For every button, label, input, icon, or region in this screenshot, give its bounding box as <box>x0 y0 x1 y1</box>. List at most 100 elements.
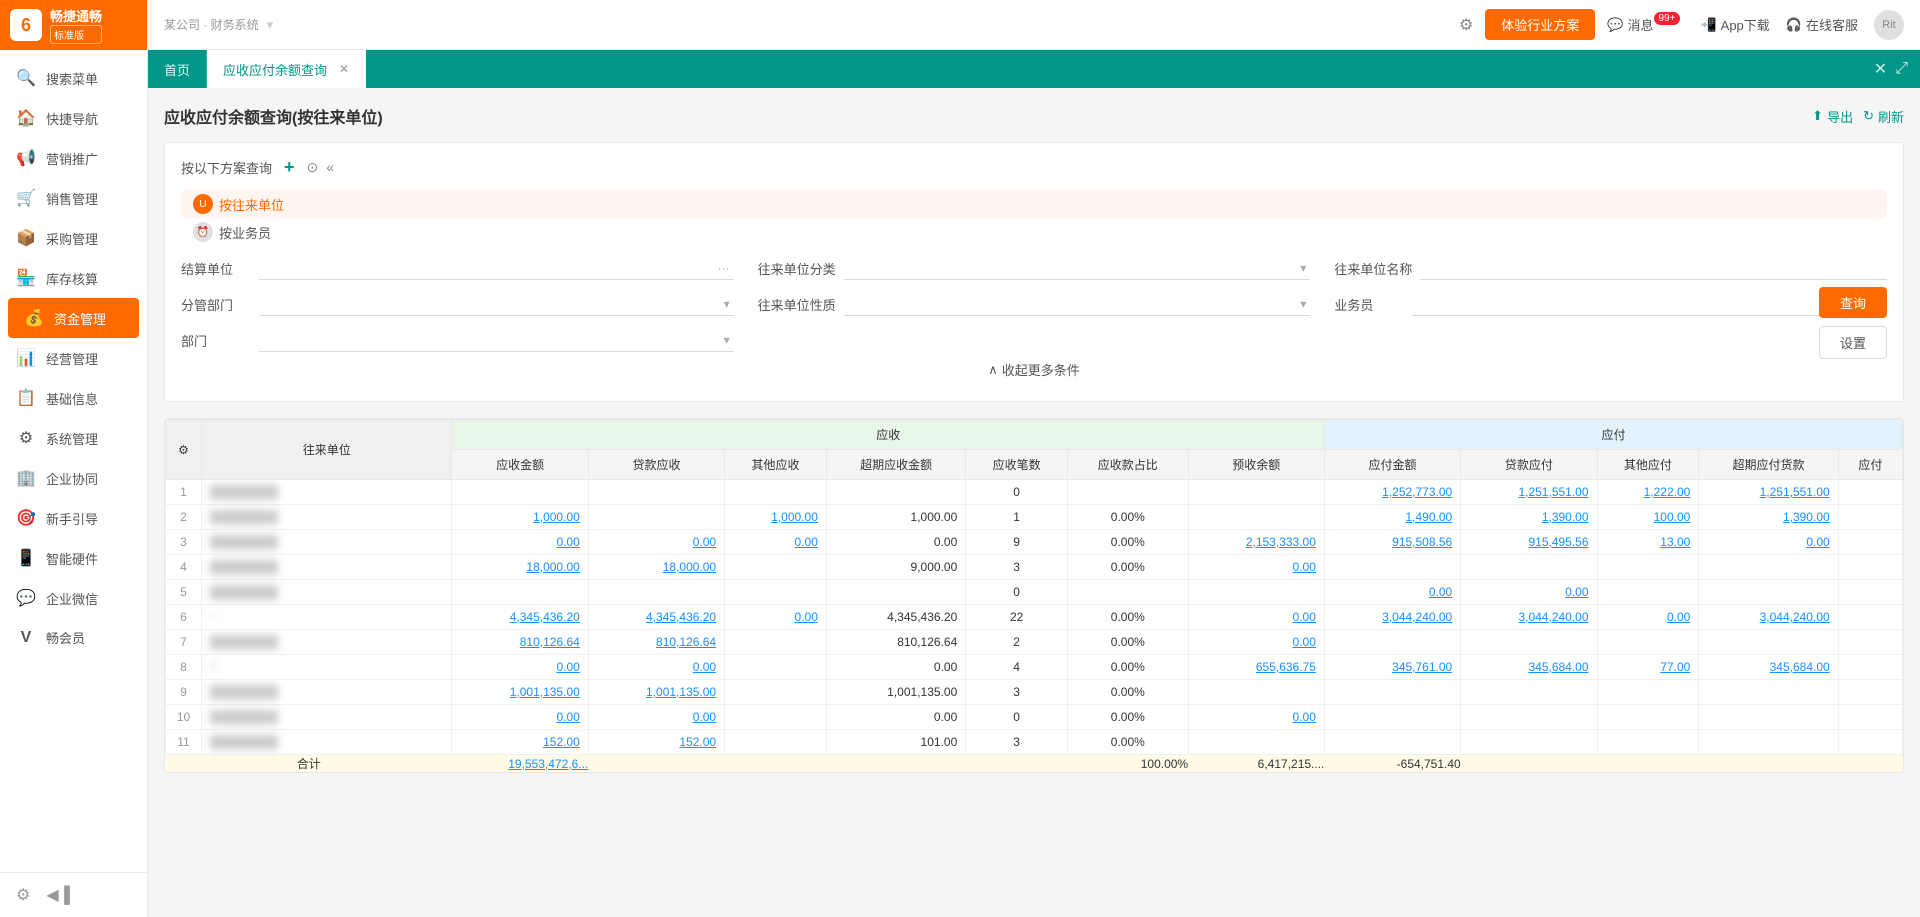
ar-prepay-cell[interactable]: 2,153,333.00 <box>1188 530 1324 555</box>
sidebar-item-enterprise[interactable]: 🏢 企业协同 <box>0 458 147 498</box>
ar-other-cell[interactable]: 0.00 <box>725 530 827 555</box>
ap-other-cell[interactable] <box>1597 730 1699 755</box>
tab-close-icon[interactable]: ✕ <box>339 62 349 76</box>
export-button[interactable]: ⬆ 导出 <box>1812 107 1853 126</box>
ap-loan-cell[interactable] <box>1461 630 1597 655</box>
sidebar-item-basicinfo[interactable]: 📋 基础信息 <box>0 378 147 418</box>
scheme-by-partner[interactable]: U 按往来单位 <box>181 190 1887 218</box>
user-avatar[interactable]: Rit <box>1874 10 1904 40</box>
ar-prepay-cell[interactable] <box>1188 580 1324 605</box>
collapse-scheme-icon[interactable]: « <box>326 159 334 176</box>
ap-other-cell[interactable] <box>1597 680 1699 705</box>
ap-overdue-cell[interactable]: 345,684.00 <box>1699 655 1838 680</box>
ap-other-cell[interactable] <box>1597 580 1699 605</box>
ar-amount-cell[interactable] <box>452 480 588 505</box>
ap-loan-cell[interactable] <box>1461 730 1597 755</box>
settlement-unit-more-icon[interactable]: ··· <box>714 261 734 275</box>
sidebar-item-sales[interactable]: 🛒 销售管理 <box>0 178 147 218</box>
ar-other-cell[interactable] <box>725 730 827 755</box>
sidebar-item-system[interactable]: ⚙ 系统管理 <box>0 418 147 458</box>
ap-amount-cell[interactable]: 915,508.56 <box>1324 530 1460 555</box>
messages-button[interactable]: 💬 消息 99+ <box>1607 15 1684 34</box>
query-button[interactable]: 查询 <box>1819 287 1887 318</box>
dept-input-wrapper[interactable]: ▾ <box>259 328 734 352</box>
ar-loan-cell[interactable] <box>588 480 724 505</box>
sidebar-item-vip[interactable]: V 畅会员 <box>0 618 147 657</box>
ar-other-cell[interactable] <box>725 655 827 680</box>
ar-amount-cell[interactable] <box>452 580 588 605</box>
ap-other-cell[interactable] <box>1597 630 1699 655</box>
app-download-button[interactable]: 📲 App下载 <box>1700 15 1769 34</box>
partner-category-input-wrapper[interactable]: ▾ <box>844 256 1311 280</box>
sidebar-item-hardware[interactable]: 📱 智能硬件 <box>0 538 147 578</box>
sidebar-item-operations[interactable]: 📊 经营管理 <box>0 338 147 378</box>
dept-manager-input-wrapper[interactable]: ▾ <box>259 292 734 316</box>
ap-amount-cell[interactable]: 345,761.00 <box>1324 655 1460 680</box>
ap-other-cell[interactable]: 100.00 <box>1597 505 1699 530</box>
settings-button[interactable]: 设置 <box>1819 326 1887 359</box>
partner-name-input-wrapper[interactable] <box>1420 256 1887 280</box>
topbar-settings-icon[interactable]: ⚙ <box>1459 15 1473 35</box>
ar-amount-cell[interactable]: 18,000.00 <box>452 555 588 580</box>
tab-ar-query[interactable]: 应收应付余额查询 ✕ <box>207 50 366 88</box>
sidebar-item-quicknav[interactable]: 🏠 快捷导航 <box>0 98 147 138</box>
sidebar-item-purchase[interactable]: 📦 采购管理 <box>0 218 147 258</box>
ap-overdue-cell[interactable] <box>1699 580 1838 605</box>
collapse-button[interactable]: ∧ 收起更多条件 <box>181 352 1887 387</box>
ar-amount-cell[interactable]: 0.00 <box>452 655 588 680</box>
dept-manager-chevron-icon[interactable]: ▾ <box>720 297 734 311</box>
ar-loan-cell[interactable] <box>588 580 724 605</box>
online-service-button[interactable]: 🎧 在线客服 <box>1786 15 1858 34</box>
ar-amount-cell[interactable]: 4,345,436.20 <box>452 605 588 630</box>
ap-overdue-cell[interactable]: 0.00 <box>1699 530 1838 555</box>
ap-other-cell[interactable]: 0.00 <box>1597 605 1699 630</box>
ar-prepay-cell[interactable] <box>1188 505 1324 530</box>
ar-amount-cell[interactable]: 152.00 <box>452 730 588 755</box>
table-settings-icon[interactable]: ⚙ <box>178 443 189 457</box>
ar-amount-cell[interactable]: 1,000.00 <box>452 505 588 530</box>
ap-overdue-cell[interactable] <box>1699 705 1838 730</box>
ar-loan-cell[interactable]: 0.00 <box>588 530 724 555</box>
expand-window-icon[interactable]: ⤢ <box>1895 60 1908 78</box>
ap-amount-cell[interactable] <box>1324 630 1460 655</box>
solution-button[interactable]: 体验行业方案 <box>1485 9 1595 40</box>
partner-category-chevron-icon[interactable]: ▾ <box>1296 261 1310 275</box>
tab-home[interactable]: 首页 <box>148 50 207 88</box>
partner-nature-chevron-icon[interactable]: ▾ <box>1296 297 1310 311</box>
partner-name-input[interactable] <box>1420 256 1887 279</box>
partner-category-input[interactable] <box>844 256 1297 279</box>
refresh-button[interactable]: ↻ 刷新 <box>1863 107 1904 126</box>
sidebar-item-inventory[interactable]: 🏪 库存核算 <box>0 258 147 298</box>
ap-other-cell[interactable]: 77.00 <box>1597 655 1699 680</box>
ar-other-cell[interactable] <box>725 630 827 655</box>
ar-prepay-cell[interactable] <box>1188 730 1324 755</box>
ar-amount-cell[interactable]: 0.00 <box>452 705 588 730</box>
ar-loan-cell[interactable]: 1,001,135.00 <box>588 680 724 705</box>
ar-prepay-cell[interactable] <box>1188 680 1324 705</box>
ap-overdue-cell[interactable] <box>1699 555 1838 580</box>
ar-amount-cell[interactable]: 1,001,135.00 <box>452 680 588 705</box>
ap-loan-cell[interactable]: 1,390.00 <box>1461 505 1597 530</box>
settlement-unit-input[interactable] <box>259 256 714 279</box>
ar-prepay-cell[interactable]: 0.00 <box>1188 705 1324 730</box>
ap-other-cell[interactable]: 1,222.00 <box>1597 480 1699 505</box>
ap-loan-cell[interactable]: 3,044,240.00 <box>1461 605 1597 630</box>
close-window-icon[interactable]: ✕ <box>1874 59 1887 79</box>
ap-amount-cell[interactable] <box>1324 555 1460 580</box>
ar-other-cell[interactable] <box>725 680 827 705</box>
ap-loan-cell[interactable]: 915,495.56 <box>1461 530 1597 555</box>
ap-loan-cell[interactable]: 345,684.00 <box>1461 655 1597 680</box>
ar-loan-cell[interactable]: 810,126.64 <box>588 630 724 655</box>
salesman-input-wrapper[interactable]: ··· <box>1412 292 1887 316</box>
sidebar-settings-icon[interactable]: ⚙ <box>16 885 30 905</box>
ap-loan-cell[interactable]: 0.00 <box>1461 580 1597 605</box>
sidebar-item-guide[interactable]: 🎯 新手引导 <box>0 498 147 538</box>
ap-overdue-cell[interactable]: 1,390.00 <box>1699 505 1838 530</box>
ap-amount-cell[interactable]: 0.00 <box>1324 580 1460 605</box>
ar-prepay-cell[interactable]: 0.00 <box>1188 630 1324 655</box>
ap-overdue-cell[interactable] <box>1699 730 1838 755</box>
ap-loan-cell[interactable]: 1,251,551.00 <box>1461 480 1597 505</box>
ar-other-cell[interactable] <box>725 580 827 605</box>
ar-prepay-cell[interactable]: 0.00 <box>1188 605 1324 630</box>
ar-loan-cell[interactable]: 152.00 <box>588 730 724 755</box>
